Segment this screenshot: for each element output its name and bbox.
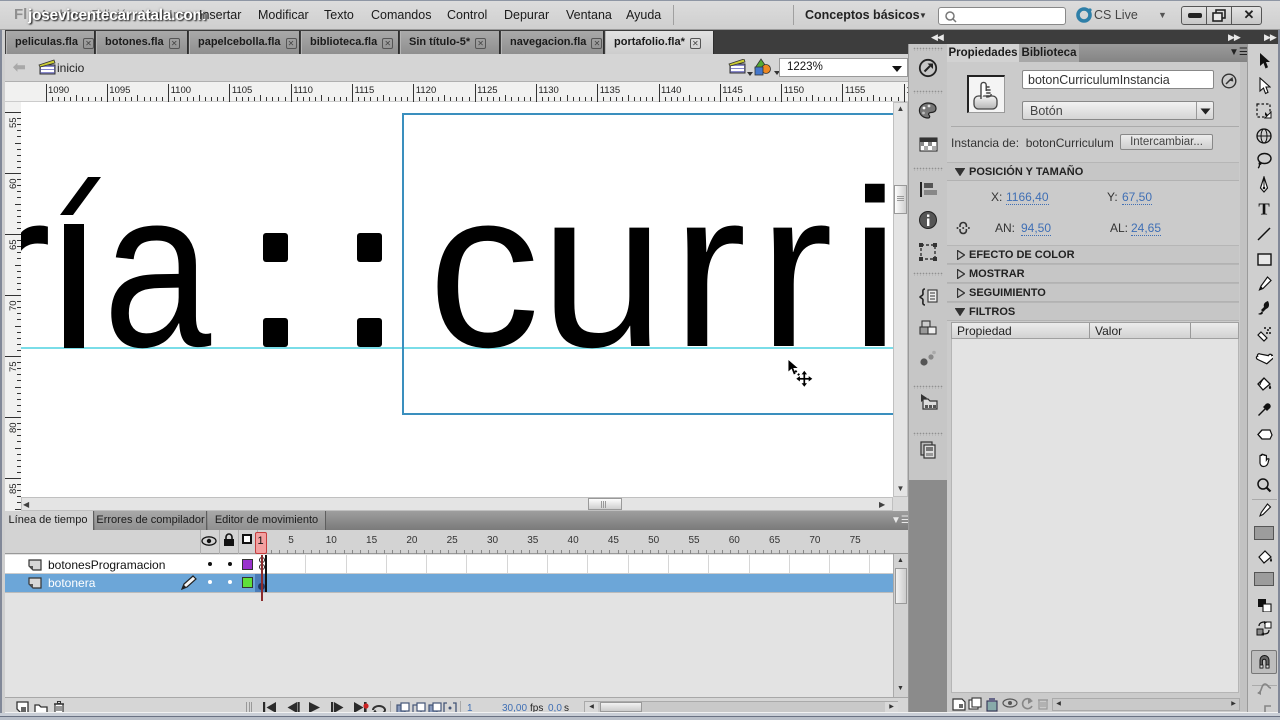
svg-text:T: T	[1258, 201, 1270, 217]
